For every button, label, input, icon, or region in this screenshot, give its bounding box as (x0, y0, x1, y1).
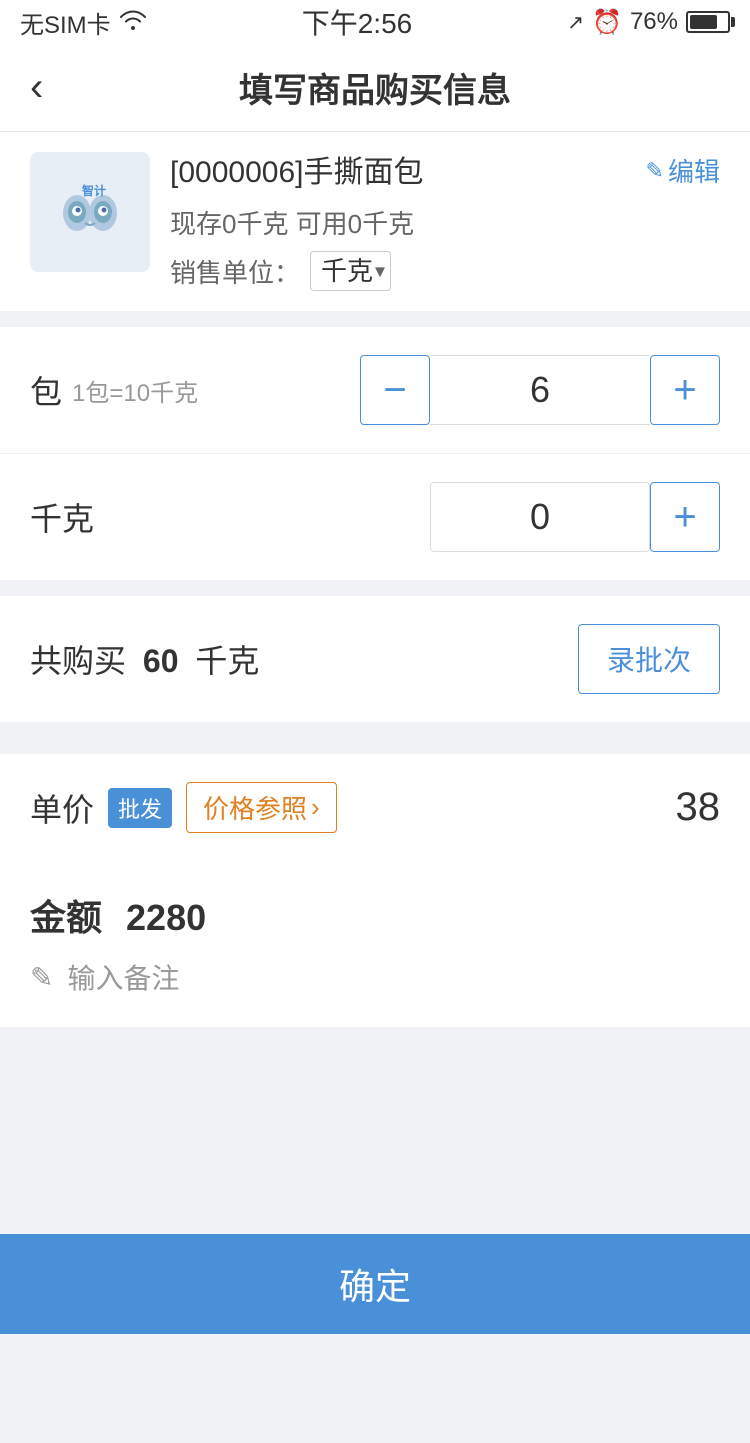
pencil-icon: ✎ (30, 961, 53, 994)
svg-text:智计: 智计 (81, 183, 106, 198)
battery-label: 76% (630, 8, 678, 36)
total-amount: 60 (143, 643, 179, 679)
amount-section: 金额 2280 ✎ 输入备注 (0, 861, 750, 1027)
amount-value: 2280 (126, 897, 206, 938)
price-section: 单价 批发 价格参照 › 38 (0, 754, 750, 861)
total-section: 共购买 60 千克 录批次 (0, 596, 750, 722)
unit-select-wrap[interactable]: 千克 (310, 251, 391, 291)
amount-row: 金额 2280 (30, 889, 720, 941)
price-value: 38 (676, 785, 721, 830)
alarm-icon: ⏰ (592, 8, 622, 37)
product-header: [0000006]手撕面包 ✎ 编辑 (170, 152, 720, 194)
package-controls: − 6 + (360, 355, 720, 425)
back-button[interactable]: ‹ (30, 65, 43, 110)
product-card: 智计 [0000006]手撕面包 ✎ 编辑 现存0千克 可用0千克 销售单位： … (0, 132, 750, 311)
package-input[interactable]: 6 (430, 355, 650, 425)
package-label: 包 (30, 367, 62, 413)
kg-input[interactable]: 0 (430, 482, 650, 552)
nav-bar: ‹ 填写商品购买信息 (0, 44, 750, 132)
back-icon: ‹ (30, 65, 43, 109)
price-ref-arrow: › (311, 792, 320, 823)
amount-label: 金额 (30, 897, 102, 938)
batch-button[interactable]: 录批次 (578, 624, 720, 694)
package-decrement-button[interactable]: − (360, 355, 430, 425)
kg-qty-row: 千克 0 + (0, 454, 750, 580)
kg-increment-button[interactable]: + (650, 482, 720, 552)
note-row[interactable]: ✎ 输入备注 (30, 957, 720, 997)
total-unit: 千克 (195, 643, 259, 679)
quantity-section: 包 1包=10千克 − 6 + 千克 0 + (0, 327, 750, 580)
product-unit: 销售单位： 千克 (170, 251, 720, 291)
status-right: ↗ ⏰ 76% (567, 8, 730, 37)
package-sublabel: 1包=10千克 (72, 373, 198, 408)
product-stock: 现存0千克 可用0千克 (170, 204, 720, 241)
status-left: 无SIM卡 (20, 5, 147, 40)
price-left: 单价 批发 价格参照 › (30, 782, 337, 833)
edit-button[interactable]: ✎ 编辑 (646, 152, 720, 189)
price-label: 单价 (30, 785, 94, 831)
total-label: 共购买 60 千克 (30, 636, 259, 682)
product-name: [0000006]手撕面包 (170, 152, 423, 194)
note-placeholder: 输入备注 (67, 957, 179, 997)
confirm-bar[interactable]: 确定 (0, 1234, 750, 1334)
divider (0, 738, 750, 754)
product-info: [0000006]手撕面包 ✎ 编辑 现存0千克 可用0千克 销售单位： 千克 (170, 152, 720, 291)
product-logo: 智计 (50, 182, 130, 242)
location-icon: ↗ (567, 10, 584, 35)
price-tag: 批发 (108, 788, 172, 828)
kg-label: 千克 (30, 494, 94, 540)
edit-label: 编辑 (668, 152, 720, 189)
status-bar: 无SIM卡 下午2:56 ↗ ⏰ 76% (0, 0, 750, 44)
kg-controls: 0 + (430, 482, 720, 552)
price-ref-button[interactable]: 价格参照 › (186, 782, 337, 833)
unit-label: 销售单位： (170, 253, 300, 290)
price-ref-label: 价格参照 (203, 789, 307, 826)
page-title: 填写商品购买信息 (239, 63, 511, 112)
package-increment-button[interactable]: + (650, 355, 720, 425)
unit-select[interactable]: 千克 (310, 251, 391, 291)
bottom-spacer (0, 1343, 750, 1443)
battery-icon (686, 11, 730, 33)
edit-icon: ✎ (646, 158, 664, 184)
package-qty-row: 包 1包=10千克 − 6 + (0, 327, 750, 454)
wifi-icon (119, 8, 147, 37)
status-time: 下午2:56 (302, 2, 413, 42)
carrier-label: 无SIM卡 (20, 5, 111, 40)
confirm-button[interactable]: 确定 (339, 1258, 411, 1310)
total-prefix: 共购买 (30, 643, 126, 679)
product-image: 智计 (30, 152, 150, 272)
